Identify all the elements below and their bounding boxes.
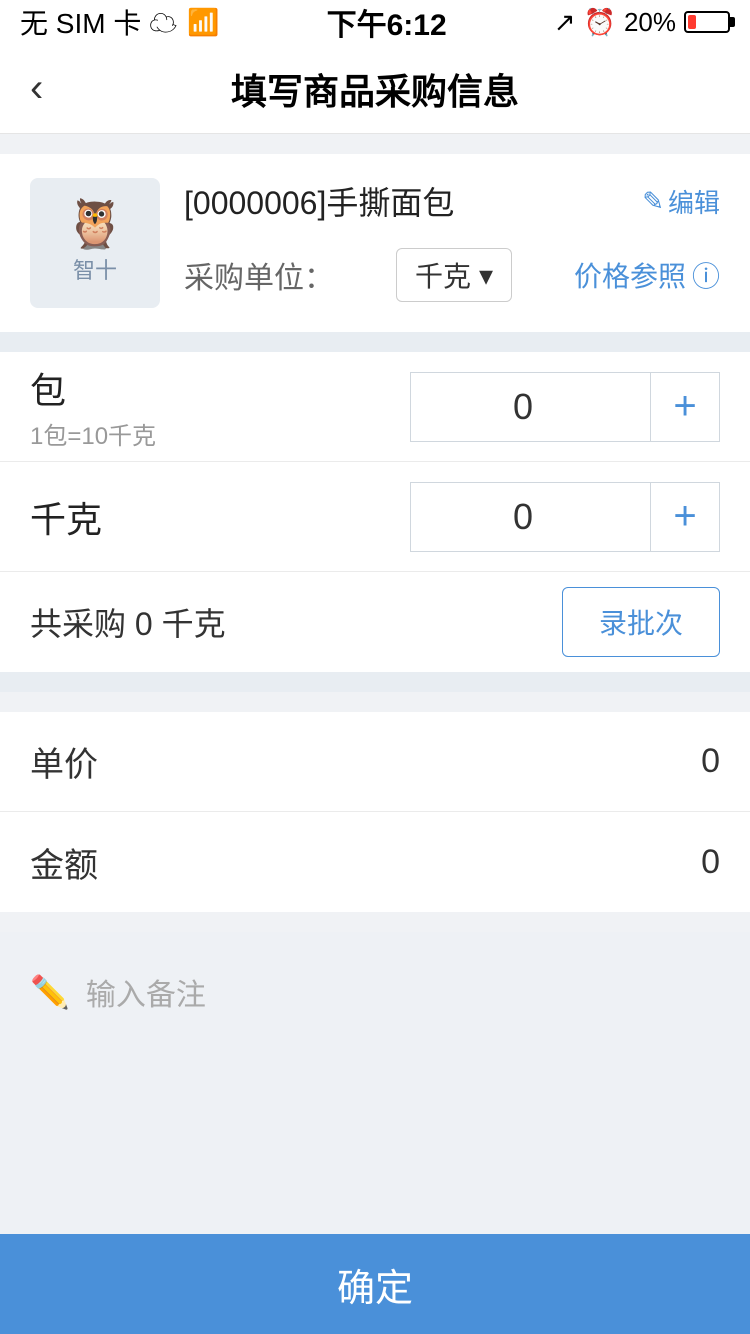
status-right: ↗ ⏰ 20% [554,7,730,38]
product-thumbnail: 🦉 智十 [30,178,160,308]
product-name: [0000006]手撕面包 [184,178,454,224]
bao-label-group: 包 1包=10千克 [30,362,156,451]
amount-row: 金额 0 [0,812,750,912]
bao-input-row: 包 1包=10千克 + [0,352,750,462]
chevron-down-icon: ▾ [479,259,493,292]
amount-value: 0 [701,843,720,882]
page-title: 填写商品采购信息 [231,63,519,115]
product-card: 🦉 智十 [0000006]手撕面包 ✎ 编辑 采购单位： 千克 ▾ 价格参照 … [0,154,750,332]
edit-button[interactable]: ✎ 编辑 [642,183,720,220]
price-info-section: 单价 0 金额 0 [0,712,750,912]
batch-button[interactable]: 录批次 [562,587,720,657]
brand-label: 智十 [73,253,117,285]
product-info: [0000006]手撕面包 ✎ 编辑 采购单位： 千克 ▾ 价格参照 ⓘ [184,178,720,302]
nav-bar: ‹ 填写商品采购信息 [0,44,750,134]
summary-row: 共采购 0 千克 录批次 [0,572,750,672]
amount-label: 金额 [30,838,98,887]
price-ref-button[interactable]: 价格参照 ⓘ [574,255,720,295]
unit-field-label: 采购单位： [184,253,334,297]
kg-controls: + [150,482,720,552]
unit-price-row: 单价 0 [0,712,750,812]
status-bar: 无 SIM 卡 ☁ 📶 下午6:12 ↗ ⏰ 20% [0,0,750,44]
input-section: 包 1包=10千克 + 千克 + [0,352,750,572]
unit-select[interactable]: 千克 ▾ [396,248,512,302]
back-button[interactable]: ‹ [30,66,43,111]
bao-controls: + [156,372,720,442]
unit-value: 千克 [415,255,471,295]
unit-row: 采购单位： 千克 ▾ 价格参照 ⓘ [184,248,720,302]
kg-label: 千克 [30,491,150,543]
pencil-icon: ✏️ [30,973,70,1011]
summary-text: 共采购 0 千克 [30,599,226,645]
kg-label-group: 千克 [30,491,150,543]
remark-placeholder: 输入备注 [86,970,206,1014]
battery-icon [684,11,730,33]
alarm-icon: ⏰ [584,7,616,38]
remark-section[interactable]: ✏️ 输入备注 [0,932,750,1052]
bao-label: 包 [30,362,156,414]
confirm-button[interactable]: 确定 [0,1234,750,1334]
edit-label: 编辑 [668,183,720,220]
divider-2 [0,672,750,692]
sim-label: 无 SIM 卡 ☁ [20,2,177,42]
battery-percent: 20% [624,7,676,38]
bao-quantity-input[interactable] [410,372,650,442]
kg-quantity-input[interactable] [410,482,650,552]
unit-price-value: 0 [701,742,720,781]
location-icon: ↗ [554,7,576,38]
price-ref-label: 价格参照 [574,255,686,295]
status-time: 下午6:12 [327,0,447,44]
status-left: 无 SIM 卡 ☁ 📶 [20,2,220,42]
bao-sub-label: 1包=10千克 [30,416,156,451]
help-icon: ⓘ [692,255,720,295]
wifi-icon: 📶 [187,7,219,38]
bao-plus-button[interactable]: + [650,372,720,442]
product-name-row: [0000006]手撕面包 ✎ 编辑 [184,178,720,224]
kg-input-row: 千克 + [0,462,750,572]
divider-1 [0,332,750,352]
product-image-icon: 🦉 [65,201,125,249]
unit-price-label: 单价 [30,737,98,786]
kg-plus-button[interactable]: + [650,482,720,552]
edit-icon: ✎ [642,186,664,217]
